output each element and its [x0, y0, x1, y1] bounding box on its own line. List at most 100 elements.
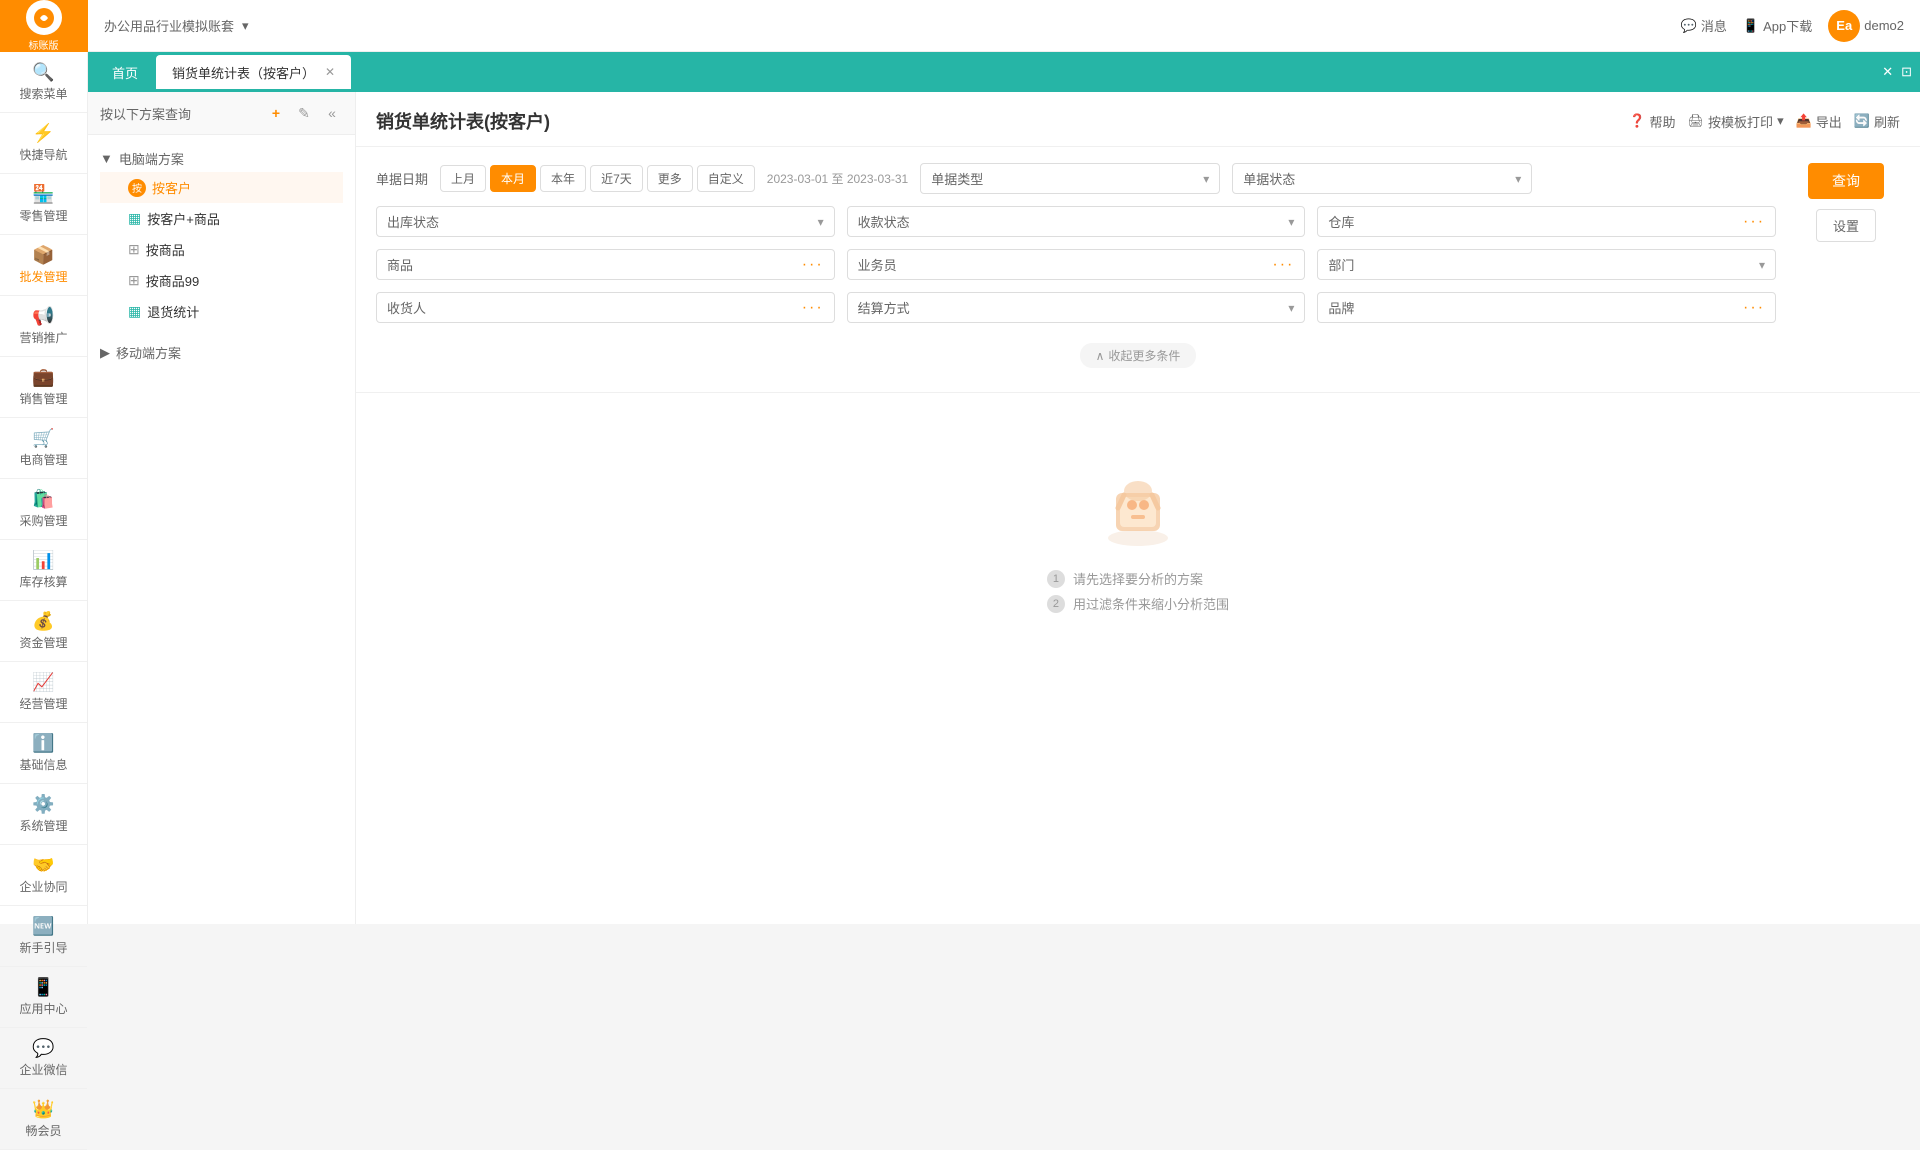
date-btn-custom[interactable]: 自定义 [697, 165, 755, 192]
scheme-item-by-customer[interactable]: 按 按客户 [100, 172, 343, 203]
purchase-icon: 🛍️ [32, 489, 54, 510]
sidebar-item-member[interactable]: 👑 畅会员 [0, 1089, 87, 1150]
sidebar-item-enterprise[interactable]: 🤝 企业协同 [0, 845, 87, 906]
department-dropdown-icon: ▾ [1759, 258, 1765, 272]
tab-home[interactable]: 首页 [96, 55, 154, 89]
doc-status-dropdown-icon: ▾ [1515, 172, 1521, 186]
message-btn[interactable]: 💬 消息 [1681, 16, 1727, 35]
scheme-edit-btn[interactable]: ✎ [293, 102, 315, 124]
filter-area: 单据日期 上月 本月 本年 近7天 更多 自定义 2023-03-01 至 20… [356, 147, 1920, 393]
warehouse-label: 仓库 [1328, 212, 1743, 231]
sidebar-item-marketing[interactable]: 📢 营销推广 [0, 296, 87, 357]
date-btn-this-year[interactable]: 本年 [540, 165, 586, 192]
refresh-btn[interactable]: 🔄 刷新 [1854, 112, 1900, 131]
sidebar-item-inventory[interactable]: 📊 库存核算 [0, 540, 87, 601]
recipient-select[interactable]: 收货人 ··· [376, 292, 835, 323]
scheme-actions: + ✎ « [265, 102, 343, 124]
settlement-dropdown-icon: ▾ [1288, 301, 1294, 315]
filter-row-4: 收货人 ··· 结算方式 ▾ 品牌 ··· [376, 292, 1776, 323]
doc-status-label: 单据状态 [1243, 169, 1515, 188]
sidebar-item-retail[interactable]: 🏪 零售管理 [0, 174, 87, 235]
mobile-scheme-header[interactable]: ▶ 移动端方案 [100, 339, 343, 366]
tab-sales-stats[interactable]: 销货单统计表（按客户） ✕ [156, 55, 351, 89]
new-guide-icon: 🆕 [32, 916, 54, 937]
collapse-conditions-btn[interactable]: ∧ 收起更多条件 [1080, 343, 1197, 368]
settlement-select[interactable]: 结算方式 ▾ [847, 292, 1306, 323]
goods-select[interactable]: 商品 ··· [376, 249, 835, 280]
industry-dropdown[interactable]: ▾ [242, 18, 249, 34]
sidebar-item-app-center[interactable]: 📱 应用中心 [0, 967, 87, 1028]
page-header-actions: ❓ 帮助 🖨 按模板打印 ▾ 📤 导出 🔄 刷新 [1629, 112, 1900, 131]
brand-label: 品牌 [1328, 298, 1743, 317]
desktop-scheme-group: ▼ 电脑端方案 按 按客户 ▦ 按客户+商品 ⊞ 按商品 [88, 139, 355, 333]
scheme-sidebar: 按以下方案查询 + ✎ « ▼ 电脑端方案 按 按客户 [88, 92, 356, 924]
scheme-item-return-stats[interactable]: ▦ 退货统计 [100, 296, 343, 327]
warehouse-select[interactable]: 仓库 ··· [1317, 206, 1776, 237]
settings-btn[interactable]: 设置 [1816, 209, 1876, 242]
industry-title: 办公用品行业模拟账套 [104, 16, 234, 35]
print-btn[interactable]: 🖨 按模板打印 ▾ [1688, 112, 1784, 131]
ecommerce-icon: 🛒 [32, 428, 54, 449]
tab-close-btn[interactable]: ✕ [325, 65, 335, 79]
sidebar-item-enterprise-wechat[interactable]: 💬 企业微信 [0, 1028, 87, 1089]
action-buttons: 查询 设置 [1792, 163, 1900, 242]
filter-row-1: 单据日期 上月 本月 本年 近7天 更多 自定义 2023-03-01 至 20… [376, 163, 1776, 194]
date-btn-more[interactable]: 更多 [647, 165, 693, 192]
member-icon: 👑 [32, 1099, 54, 1120]
sidebar-item-finance[interactable]: 💰 资金管理 [0, 601, 87, 662]
help-btn[interactable]: ❓ 帮助 [1629, 112, 1675, 131]
out-status-label: 出库状态 [387, 212, 818, 231]
export-btn[interactable]: 📤 导出 [1796, 112, 1842, 131]
page-main: 销货单统计表(按客户) ❓ 帮助 🖨 按模板打印 ▾ 📤 导出 [356, 92, 1920, 924]
doc-type-select[interactable]: 单据类型 ▾ [920, 163, 1220, 194]
sidebar-item-sales[interactable]: 💼 销售管理 [0, 357, 87, 418]
scheme-collapse-btn[interactable]: « [321, 102, 343, 124]
topbar-left: 办公用品行业模拟账套 ▾ [104, 16, 249, 35]
date-btn-7days[interactable]: 近7天 [590, 165, 643, 192]
tab-restore-icon[interactable]: ⊡ [1901, 64, 1912, 80]
sidebar-item-system[interactable]: ⚙️ 系统管理 [0, 784, 87, 845]
scheme-item-customer-goods[interactable]: ▦ 按客户+商品 [100, 203, 343, 234]
date-label: 单据日期 [376, 169, 428, 188]
salesperson-select[interactable]: 业务员 ··· [847, 249, 1306, 280]
doc-status-select[interactable]: 单据状态 ▾ [1232, 163, 1532, 194]
sales-icon: 💼 [32, 367, 54, 388]
department-label: 部门 [1328, 255, 1759, 274]
sidebar-item-ecommerce[interactable]: 🛒 电商管理 [0, 418, 87, 479]
sidebar-item-wholesale[interactable]: 📦 批发管理 [0, 235, 87, 296]
filter-row-2: 出库状态 ▾ 收款状态 ▾ 仓库 ··· [376, 206, 1776, 237]
sidebar-item-basic-info[interactable]: ℹ️ 基础信息 [0, 723, 87, 784]
collection-status-select[interactable]: 收款状态 ▾ [847, 206, 1306, 237]
collection-status-dropdown-icon: ▾ [1288, 215, 1294, 229]
doc-type-label: 单据类型 [931, 169, 1203, 188]
sidebar-item-operations[interactable]: 📈 经营管理 [0, 662, 87, 723]
content-area: 按以下方案查询 + ✎ « ▼ 电脑端方案 按 按客户 [88, 92, 1920, 924]
out-status-select[interactable]: 出库状态 ▾ [376, 206, 835, 237]
user-area[interactable]: Ea demo2 [1828, 10, 1904, 42]
tab-close-window-icon[interactable]: ✕ [1882, 64, 1893, 80]
date-buttons: 上月 本月 本年 近7天 更多 自定义 2023-03-01 至 2023-03… [440, 165, 908, 192]
scheme-item-by-goods-99[interactable]: ⊞ 按商品99 [100, 265, 343, 296]
empty-step-1: 1 请先选择要分析的方案 [1047, 569, 1229, 588]
bar-chart-icon: ▦ [128, 210, 141, 227]
desktop-scheme-header[interactable]: ▼ 电脑端方案 [100, 145, 343, 172]
sidebar-item-purchase[interactable]: 🛍️ 采购管理 [0, 479, 87, 540]
sidebar-item-quick-nav[interactable]: ⚡ 快捷导航 [0, 113, 87, 174]
app-download-btn[interactable]: 📱 App下载 [1743, 16, 1812, 35]
refresh-icon: 🔄 [1854, 113, 1870, 129]
inventory-icon: 📊 [32, 550, 54, 571]
print-icon: 🖨 [1688, 113, 1705, 129]
sidebar-item-search-menu[interactable]: 🔍 搜索菜单 [0, 52, 87, 113]
settlement-label: 结算方式 [858, 298, 1289, 317]
query-btn[interactable]: 查询 [1808, 163, 1884, 199]
salesperson-more-icon: ··· [1272, 256, 1294, 274]
date-btn-this-month[interactable]: 本月 [490, 165, 536, 192]
date-btn-last-month[interactable]: 上月 [440, 165, 486, 192]
sidebar-item-new-guide[interactable]: 🆕 新手引导 [0, 906, 87, 967]
scheme-add-btn[interactable]: + [265, 102, 287, 124]
department-select[interactable]: 部门 ▾ [1317, 249, 1776, 280]
enterprise-icon: 🤝 [32, 855, 54, 876]
brand-select[interactable]: 品牌 ··· [1317, 292, 1776, 323]
empty-steps: 1 请先选择要分析的方案 2 用过滤条件来缩小分析范围 [1047, 569, 1229, 613]
scheme-item-by-goods[interactable]: ⊞ 按商品 [100, 234, 343, 265]
